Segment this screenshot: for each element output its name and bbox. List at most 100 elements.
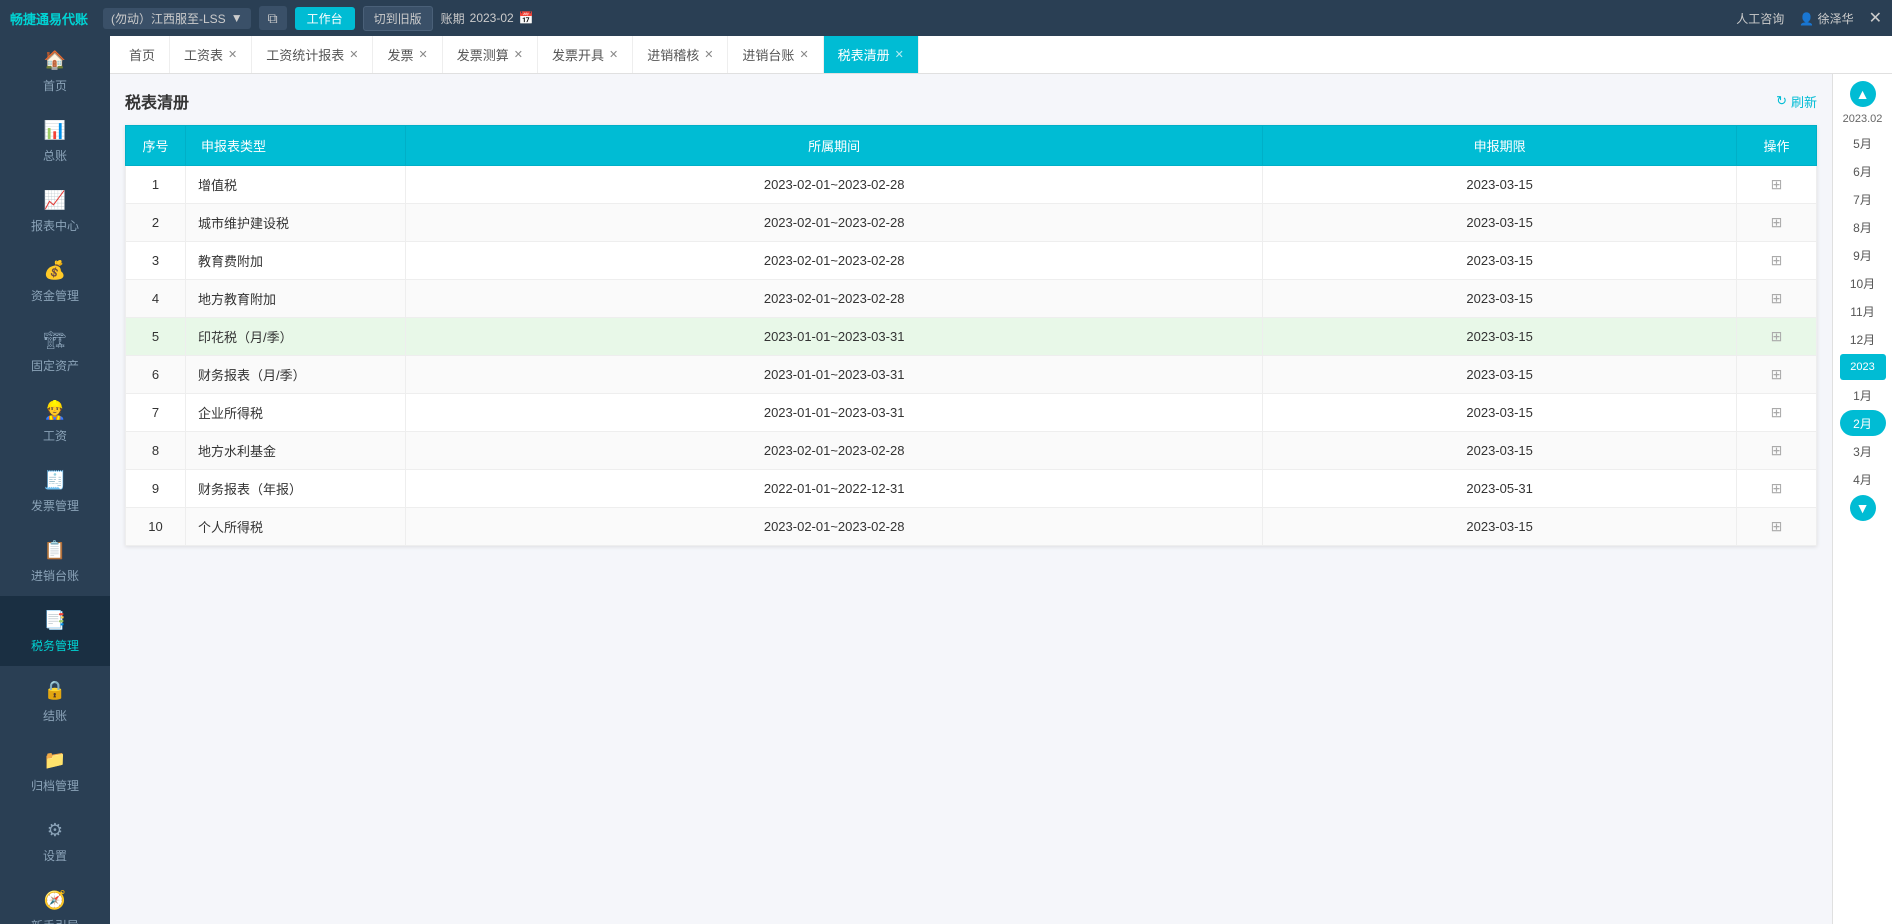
date-nav-up[interactable]: ▲	[1850, 81, 1876, 107]
tab-invoice-calc[interactable]: 发票测算 ✕	[443, 36, 538, 73]
month-oct[interactable]: 10月	[1840, 270, 1886, 296]
tab-invoice-close[interactable]: ✕	[419, 48, 428, 61]
sidebar-item-report[interactable]: 📈 报表中心	[0, 176, 110, 246]
action-icon[interactable]: ⊞	[1771, 480, 1783, 496]
tab-purchase-ledger[interactable]: 进销台账 ✕	[728, 36, 823, 73]
action-icon[interactable]: ⊞	[1771, 214, 1783, 230]
ledger-icon: 📊	[43, 118, 67, 142]
cell-type: 个人所得税	[186, 508, 406, 546]
tab-purchase-audit[interactable]: 进销稽核 ✕	[633, 36, 728, 73]
month-mar-2023[interactable]: 3月	[1840, 438, 1886, 464]
tab-purchase-audit-close[interactable]: ✕	[704, 48, 713, 61]
date-nav-down[interactable]: ▼	[1850, 495, 1876, 521]
cell-no: 8	[126, 432, 186, 470]
main-layout: 🏠 首页 📊 总账 📈 报表中心 💰 资金管理 🏗 固定资产 👷 工资 🧾 发票…	[0, 36, 1892, 924]
sidebar-item-wages[interactable]: 👷 工资	[0, 386, 110, 456]
month-jan-2023[interactable]: 1月	[1840, 382, 1886, 408]
cell-action: ⊞	[1737, 508, 1817, 546]
action-icon[interactable]: ⊞	[1771, 518, 1783, 534]
sidebar-item-assets[interactable]: 🏗 固定资产	[0, 316, 110, 386]
month-jul[interactable]: 7月	[1840, 186, 1886, 212]
cell-no: 9	[126, 470, 186, 508]
cell-period: 2023-02-01~2023-02-28	[406, 432, 1263, 470]
sidebar-item-archive[interactable]: 📁 归档管理	[0, 736, 110, 806]
tab-wages-table-label: 工资表	[184, 45, 223, 64]
main-content: 税表清册 ↻ 刷新 序号 申报表类型 所属期间 申报期限 操作	[110, 74, 1832, 924]
col-deadline: 申报期限	[1263, 126, 1737, 166]
cell-type: 增值税	[186, 166, 406, 204]
month-apr-2023[interactable]: 4月	[1840, 466, 1886, 492]
close-window-icon[interactable]: ✕	[1869, 8, 1882, 28]
sidebar-item-guide[interactable]: 🧭 新手引导	[0, 876, 110, 924]
cell-no: 4	[126, 280, 186, 318]
action-icon[interactable]: ⊞	[1771, 252, 1783, 268]
archive-icon: 📁	[43, 748, 67, 772]
cell-deadline: 2023-03-15	[1263, 242, 1737, 280]
action-icon[interactable]: ⊞	[1771, 366, 1783, 382]
month-dec[interactable]: 12月	[1840, 326, 1886, 352]
cell-period: 2023-02-01~2023-02-28	[406, 280, 1263, 318]
refresh-icon: ↻	[1776, 93, 1787, 109]
sidebar-item-settings[interactable]: ⚙ 设置	[0, 806, 110, 876]
tab-tax-list-close[interactable]: ✕	[895, 48, 904, 61]
sidebar-item-ledger[interactable]: 📊 总账	[0, 106, 110, 176]
page-title: 税表清册	[125, 89, 189, 113]
sidebar-label-wages: 工资	[43, 427, 67, 444]
tab-tax-list[interactable]: 税表清册 ✕	[824, 36, 919, 73]
cell-period: 2023-02-01~2023-02-28	[406, 166, 1263, 204]
period-value: 2023-02	[470, 11, 514, 25]
funds-icon: 💰	[43, 258, 67, 282]
sidebar-label-archive: 归档管理	[31, 777, 79, 794]
company-selector[interactable]: (勿动）江西服至-LSS ▼	[103, 8, 251, 29]
cell-type: 财务报表（月/季）	[186, 356, 406, 394]
tab-wages-stats[interactable]: 工资统计报表 ✕	[252, 36, 373, 73]
sidebar-item-reconcile[interactable]: 📋 进销台账	[0, 526, 110, 596]
sidebar-label-report: 报表中心	[31, 217, 79, 234]
month-aug[interactable]: 8月	[1840, 214, 1886, 240]
tab-invoice-open-close[interactable]: ✕	[609, 48, 618, 61]
table-row: 4 地方教育附加 2023-02-01~2023-02-28 2023-03-1…	[126, 280, 1817, 318]
tab-wages-stats-close[interactable]: ✕	[349, 48, 358, 61]
month-feb-2023[interactable]: 2月	[1840, 410, 1886, 436]
cell-period: 2023-01-01~2023-03-31	[406, 394, 1263, 432]
cell-no: 2	[126, 204, 186, 242]
month-may[interactable]: 5月	[1840, 130, 1886, 156]
action-icon[interactable]: ⊞	[1771, 404, 1783, 420]
switch-version-button[interactable]: 切到旧版	[363, 6, 433, 31]
action-icon[interactable]: ⊞	[1771, 176, 1783, 192]
page-header: 税表清册 ↻ 刷新	[125, 89, 1817, 113]
cell-deadline: 2023-03-15	[1263, 508, 1737, 546]
action-icon[interactable]: ⊞	[1771, 290, 1783, 306]
tab-purchase-ledger-close[interactable]: ✕	[799, 48, 808, 61]
tab-invoice[interactable]: 发票 ✕	[373, 36, 442, 73]
tab-invoice-open[interactable]: 发票开具 ✕	[538, 36, 633, 73]
assets-icon: 🏗	[43, 328, 67, 352]
user-menu[interactable]: 👤 徐泽华	[1799, 10, 1853, 27]
month-nov[interactable]: 11月	[1840, 298, 1886, 324]
workspace-button[interactable]: 工作台	[295, 7, 355, 30]
tab-wages-table[interactable]: 工资表 ✕	[170, 36, 252, 73]
year-2023-label[interactable]: 2023	[1840, 354, 1886, 380]
sidebar-item-funds[interactable]: 💰 资金管理	[0, 246, 110, 316]
action-icon[interactable]: ⊞	[1771, 328, 1783, 344]
top-header: 畅捷通易代账 (勿动）江西服至-LSS ▼ ⧉ 工作台 切到旧版 账期 2023…	[0, 0, 1892, 36]
help-button[interactable]: 人工咨询	[1736, 10, 1784, 27]
tab-wages-table-close[interactable]: ✕	[228, 48, 237, 61]
copy-icon[interactable]: ⧉	[259, 6, 287, 30]
app-logo: 畅捷通易代账	[10, 9, 88, 28]
tab-invoice-calc-close[interactable]: ✕	[514, 48, 523, 61]
current-period-label: 2023.02	[1843, 109, 1883, 129]
calendar-icon[interactable]: 📅	[519, 11, 534, 25]
action-icon[interactable]: ⊞	[1771, 442, 1783, 458]
cell-no: 6	[126, 356, 186, 394]
cell-action: ⊞	[1737, 356, 1817, 394]
sidebar-item-home[interactable]: 🏠 首页	[0, 36, 110, 106]
tab-home[interactable]: 首页	[115, 36, 170, 73]
header-right-actions: 人工咨询 👤 徐泽华 ✕	[1736, 8, 1882, 28]
month-sep[interactable]: 9月	[1840, 242, 1886, 268]
sidebar-item-close[interactable]: 🔒 结账	[0, 666, 110, 736]
sidebar-item-tax[interactable]: 📑 税务管理	[0, 596, 110, 666]
sidebar-item-invoice[interactable]: 🧾 发票管理	[0, 456, 110, 526]
month-jun[interactable]: 6月	[1840, 158, 1886, 184]
refresh-button[interactable]: ↻ 刷新	[1776, 92, 1817, 111]
